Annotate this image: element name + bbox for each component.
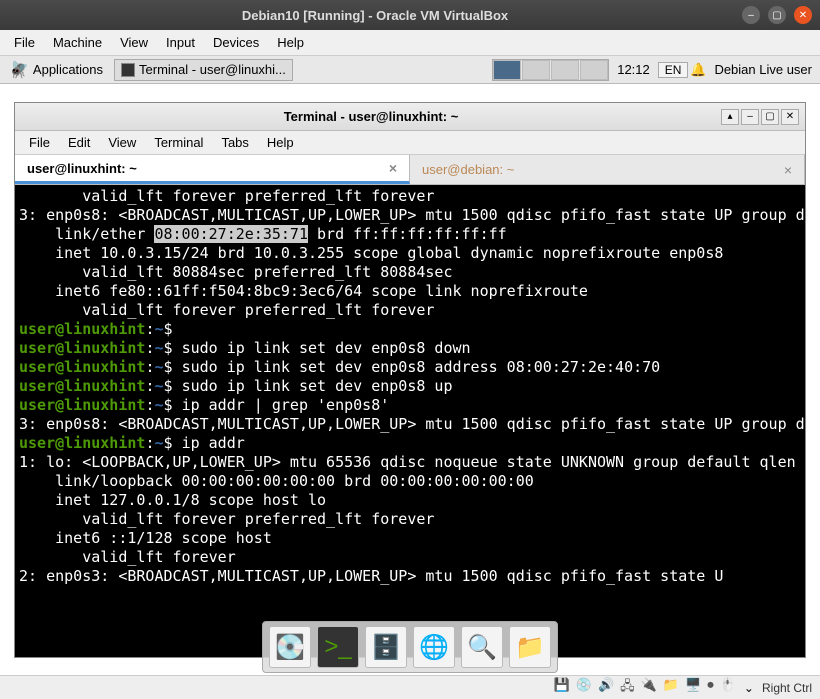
display-icon[interactable]: 🖥️ bbox=[685, 677, 701, 699]
vbox-close-button[interactable]: ✕ bbox=[794, 6, 812, 24]
vbox-title: Debian10 [Running] - Oracle VM VirtualBo… bbox=[8, 8, 742, 23]
vbox-menu-file[interactable]: File bbox=[6, 32, 43, 53]
user-label[interactable]: Debian Live user bbox=[708, 62, 818, 77]
term-menu-file[interactable]: File bbox=[21, 133, 58, 152]
tab-label: user@linuxhint: ~ bbox=[27, 161, 137, 176]
optical-icon[interactable]: 💿 bbox=[576, 677, 592, 699]
workspace-1[interactable] bbox=[493, 60, 521, 80]
tab-debian[interactable]: user@debian: ~ × bbox=[410, 155, 805, 184]
vbox-maximize-button[interactable]: ▢ bbox=[768, 6, 786, 24]
vbox-titlebar: Debian10 [Running] - Oracle VM VirtualBo… bbox=[0, 0, 820, 30]
dock-globe-icon[interactable]: 🌐 bbox=[413, 626, 455, 668]
taskbar-terminal[interactable]: Terminal - user@linuxhi... bbox=[114, 59, 293, 81]
panel-clock[interactable]: 12:12 bbox=[609, 62, 658, 77]
term-menu-tabs[interactable]: Tabs bbox=[213, 133, 256, 152]
mouse-icon[interactable]: 🖱️ bbox=[720, 677, 736, 699]
usb-icon[interactable]: 🔌 bbox=[641, 677, 657, 699]
keyboard-indicator[interactable]: EN bbox=[658, 62, 689, 78]
vbox-statusbar: 💾 💿 🔊 🖧 🔌 📁 🖥️ ⏺ 🖱️ ⌄ Right Ctrl bbox=[0, 675, 820, 699]
dock-terminal-icon[interactable]: >_ bbox=[317, 626, 359, 668]
audio-icon[interactable]: 🔊 bbox=[598, 677, 614, 699]
vbox-minimize-button[interactable]: – bbox=[742, 6, 760, 24]
vbox-menu-input[interactable]: Input bbox=[158, 32, 203, 53]
workspace-2[interactable] bbox=[522, 60, 550, 80]
terminal-title: Terminal - user@linuxhint: ~ bbox=[21, 109, 721, 124]
vbox-status-icons[interactable]: 💾 💿 🔊 🖧 🔌 📁 🖥️ ⏺ 🖱️ bbox=[554, 677, 736, 699]
dock-magnifier-icon[interactable]: 🔍 bbox=[461, 626, 503, 668]
chevron-down-icon[interactable]: ⌄ bbox=[744, 681, 754, 695]
dock-disk-icon[interactable]: 💽 bbox=[269, 626, 311, 668]
tab-linuxhint[interactable]: user@linuxhint: ~ × bbox=[15, 155, 410, 184]
terminal-minimize-button[interactable]: – bbox=[741, 109, 759, 125]
taskbar-terminal-label: Terminal - user@linuxhi... bbox=[139, 62, 286, 77]
tab-close-icon[interactable]: × bbox=[784, 162, 792, 178]
dock-file-manager-icon[interactable]: 🗄️ bbox=[365, 626, 407, 668]
hostkey-label: Right Ctrl bbox=[762, 681, 812, 695]
terminal-tabs: user@linuxhint: ~ × user@debian: ~ × bbox=[15, 155, 805, 185]
terminal-close-button[interactable]: ✕ bbox=[781, 109, 799, 125]
term-menu-terminal[interactable]: Terminal bbox=[146, 133, 211, 152]
tab-close-icon[interactable]: × bbox=[389, 160, 397, 176]
vbox-menu-machine[interactable]: Machine bbox=[45, 32, 110, 53]
shared-folder-icon[interactable]: 📁 bbox=[663, 677, 679, 699]
terminal-menubar: File Edit View Terminal Tabs Help bbox=[15, 131, 805, 155]
workspace-3[interactable] bbox=[551, 60, 579, 80]
dock-folder-icon[interactable]: 📁 bbox=[509, 626, 551, 668]
notification-icon[interactable]: 🔔 bbox=[688, 62, 708, 78]
fly-icon: 🪰 bbox=[9, 60, 29, 80]
workspace-switcher[interactable] bbox=[492, 59, 609, 81]
terminal-body[interactable]: valid_lft forever preferred_lft forever … bbox=[15, 185, 805, 657]
vbox-menu-help[interactable]: Help bbox=[269, 32, 312, 53]
vbox-menubar: File Machine View Input Devices Help bbox=[0, 30, 820, 56]
applications-label: Applications bbox=[33, 62, 103, 77]
vbox-menu-devices[interactable]: Devices bbox=[205, 32, 267, 53]
network-icon[interactable]: 🖧 bbox=[620, 677, 635, 699]
tab-label: user@debian: ~ bbox=[422, 162, 514, 177]
workspace-4[interactable] bbox=[580, 60, 608, 80]
recording-icon[interactable]: ⏺ bbox=[707, 677, 714, 699]
term-menu-view[interactable]: View bbox=[100, 133, 144, 152]
vbox-menu-view[interactable]: View bbox=[112, 32, 156, 53]
applications-menu[interactable]: 🪰 Applications bbox=[2, 57, 110, 83]
terminal-window: Terminal - user@linuxhint: ~ ▴ – ▢ ✕ Fil… bbox=[14, 102, 806, 658]
term-menu-help[interactable]: Help bbox=[259, 133, 302, 152]
terminal-maximize-button[interactable]: ▢ bbox=[761, 109, 779, 125]
highlighted-mac: 08:00:27:2e:35:71 bbox=[154, 225, 308, 243]
terminal-rollup-button[interactable]: ▴ bbox=[721, 109, 739, 125]
dock: 💽 >_ 🗄️ 🌐 🔍 📁 bbox=[262, 621, 558, 673]
term-menu-edit[interactable]: Edit bbox=[60, 133, 98, 152]
guest-panel: 🪰 Applications Terminal - user@linuxhi..… bbox=[0, 56, 820, 84]
hdd-icon[interactable]: 💾 bbox=[554, 677, 570, 699]
terminal-titlebar[interactable]: Terminal - user@linuxhint: ~ ▴ – ▢ ✕ bbox=[15, 103, 805, 131]
terminal-icon bbox=[121, 63, 135, 77]
